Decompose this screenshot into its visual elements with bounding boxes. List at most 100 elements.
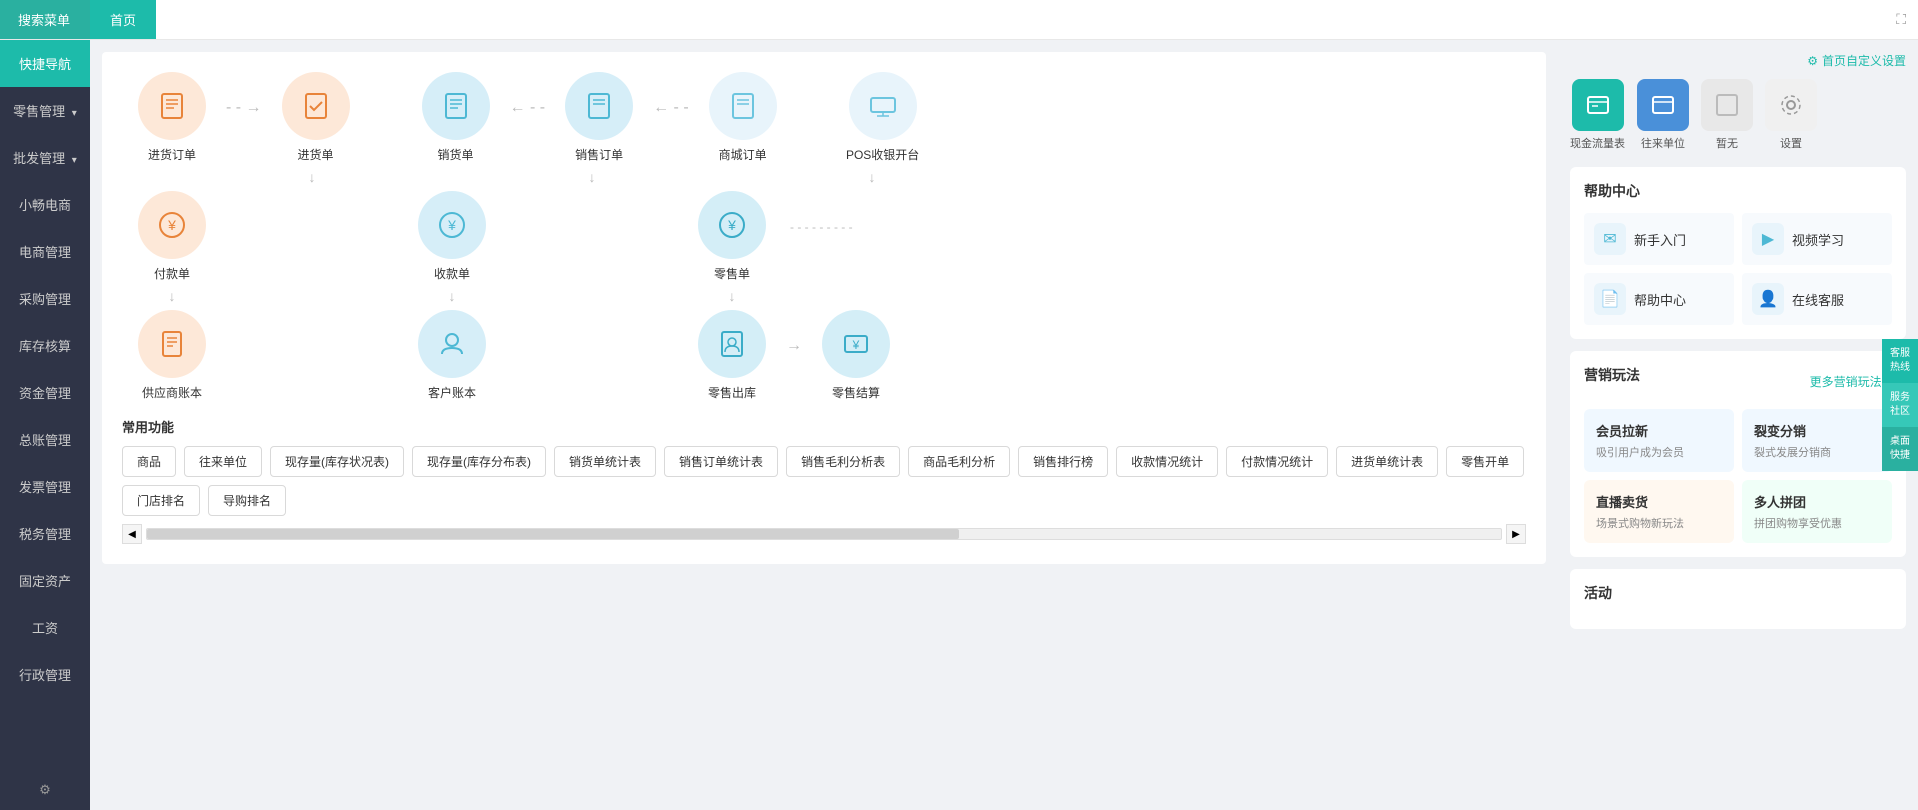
help-item-video[interactable]: ▶ 视频学习 bbox=[1742, 213, 1892, 265]
svg-text:¥: ¥ bbox=[447, 217, 456, 233]
node-label-retail-order: 零售单 bbox=[714, 265, 750, 282]
func-btn-stock-dist[interactable]: 现存量(库存分布表) bbox=[412, 446, 546, 477]
flow-node-purchase[interactable]: 进货单 bbox=[266, 72, 366, 163]
sidebar-settings-button[interactable]: ⚙ bbox=[0, 770, 90, 810]
marketing-title: 营销玩法 bbox=[1584, 365, 1640, 385]
float-btn-desktop[interactable]: 桌面快捷 bbox=[1882, 427, 1918, 471]
marketing-card: 营销玩法 更多营销玩法 > 会员拉新 吸引用户成为会员 裂变分销 裂式发展分销商… bbox=[1570, 351, 1906, 557]
sidebar-item-admin[interactable]: 行政管理 bbox=[0, 651, 90, 698]
float-btn-service[interactable]: 客服热线 bbox=[1882, 339, 1918, 383]
svg-text:¥: ¥ bbox=[167, 217, 176, 233]
flow-row-1: 进货订单 - - → 进货单 bbox=[122, 72, 1526, 163]
sidebar-item-salary[interactable]: 工资 bbox=[0, 604, 90, 651]
tab-home[interactable]: 首页 bbox=[90, 0, 156, 39]
arrow-down-payment: ↓ bbox=[122, 286, 222, 306]
sidebar-item-tax[interactable]: 税务管理 bbox=[0, 510, 90, 557]
quick-icon-partner[interactable]: 往来单位 bbox=[1637, 79, 1689, 151]
node-label-sales: 销货单 bbox=[438, 146, 474, 163]
func-btn-purchase-stat[interactable]: 进货单统计表 bbox=[1336, 446, 1438, 477]
scroll-left-btn[interactable]: ◀ bbox=[122, 524, 142, 544]
func-btn-stock-status[interactable]: 现存量(库存状况表) bbox=[270, 446, 404, 477]
arrow-down-purchase-order bbox=[122, 167, 222, 187]
flow-node-mall-order[interactable]: 商城订单 bbox=[693, 72, 793, 163]
node-circle-mall-order bbox=[709, 72, 777, 140]
flow-node-receipt[interactable]: ¥ 收款单 bbox=[402, 191, 502, 282]
flow-node-retail-out[interactable]: 零售出库 bbox=[682, 310, 782, 401]
sidebar-item-ecom-mgmt[interactable]: 电商管理 bbox=[0, 228, 90, 275]
help-label-helpcenter: 帮助中心 bbox=[1634, 290, 1686, 309]
help-label-video: 视频学习 bbox=[1792, 230, 1844, 249]
func-btn-store-rank[interactable]: 门店排名 bbox=[122, 485, 200, 516]
customize-link[interactable]: ⚙ 首页自定义设置 bbox=[1570, 52, 1906, 69]
marketing-fission-desc: 裂式发展分销商 bbox=[1754, 444, 1880, 460]
sidebar-item-ecom-small[interactable]: 小畅电商 bbox=[0, 181, 90, 228]
float-btn-community[interactable]: 服务社区 bbox=[1882, 383, 1918, 427]
marketing-item-fission[interactable]: 裂变分销 裂式发展分销商 bbox=[1742, 409, 1892, 472]
func-btn-payment-stat[interactable]: 付款情况统计 bbox=[1226, 446, 1328, 477]
func-btn-receipt-stat[interactable]: 收款情况统计 bbox=[1116, 446, 1218, 477]
quick-icon-box-cashflow bbox=[1572, 79, 1624, 131]
quick-icons-row: 现金流量表 往来单位 暂无 bbox=[1570, 79, 1906, 151]
flow-node-purchase-order[interactable]: 进货订单 bbox=[122, 72, 222, 163]
marketing-fission-title: 裂变分销 bbox=[1754, 421, 1880, 440]
expand-icon[interactable]: ⛶ bbox=[1884, 11, 1918, 28]
scroll-right-btn[interactable]: ▶ bbox=[1506, 524, 1526, 544]
quick-icon-box-settings bbox=[1765, 79, 1817, 131]
help-item-beginner[interactable]: ✉ 新手入门 bbox=[1584, 213, 1734, 265]
marketing-item-group[interactable]: 多人拼团 拼团购物享受优惠 bbox=[1742, 480, 1892, 543]
func-btn-product[interactable]: 商品 bbox=[122, 446, 176, 477]
marketing-item-live[interactable]: 直播卖货 场景式购物新玩法 bbox=[1584, 480, 1734, 543]
marketing-item-member[interactable]: 会员拉新 吸引用户成为会员 bbox=[1584, 409, 1734, 472]
more-marketing-link[interactable]: 更多营销玩法 > bbox=[1810, 373, 1892, 390]
help-item-helpcenter[interactable]: 📄 帮助中心 bbox=[1584, 273, 1734, 325]
sidebar-item-inventory[interactable]: 库存核算 bbox=[0, 322, 90, 369]
sidebar: 快捷导航 零售管理 ▾ 批发管理 ▾ 小畅电商 电商管理 采购管理 库存核算 资… bbox=[0, 40, 90, 810]
func-btn-partner[interactable]: 往来单位 bbox=[184, 446, 262, 477]
func-btn-sales-margin[interactable]: 销售毛利分析表 bbox=[786, 446, 900, 477]
sidebar-item-wholesale[interactable]: 批发管理 ▾ bbox=[0, 134, 90, 181]
marketing-group-desc: 拼团购物享受优惠 bbox=[1754, 515, 1880, 531]
sidebar-item-quicknav[interactable]: 快捷导航 bbox=[0, 40, 90, 87]
node-circle-retail-order: ¥ bbox=[698, 191, 766, 259]
marketing-member-desc: 吸引用户成为会员 bbox=[1596, 444, 1722, 460]
func-btn-retail-order[interactable]: 零售开单 bbox=[1446, 446, 1524, 477]
flow-diagram: 进货订单 - - → 进货单 bbox=[122, 72, 1526, 401]
quick-icon-empty[interactable]: 暂无 bbox=[1701, 79, 1753, 151]
quick-icon-cashflow[interactable]: 现金流量表 bbox=[1570, 79, 1625, 151]
sidebar-item-purchase[interactable]: 采购管理 bbox=[0, 275, 90, 322]
func-btn-sales-rank[interactable]: 销售排行榜 bbox=[1018, 446, 1108, 477]
sidebar-item-ledger[interactable]: 总账管理 bbox=[0, 416, 90, 463]
flow-node-customer-book[interactable]: 客户账本 bbox=[402, 310, 502, 401]
search-menu-button[interactable]: 搜索菜单 bbox=[0, 0, 90, 39]
quick-icon-settings[interactable]: 设置 bbox=[1765, 79, 1817, 151]
quick-icon-label-settings: 设置 bbox=[1780, 135, 1802, 151]
help-icon-online: 👤 bbox=[1752, 283, 1784, 315]
quick-icon-box-empty bbox=[1701, 79, 1753, 131]
func-btn-sales-stat[interactable]: 销货单统计表 bbox=[554, 446, 656, 477]
flow-node-sales-order[interactable]: 销售订单 bbox=[549, 72, 649, 163]
flow-node-payment[interactable]: ¥ 付款单 bbox=[122, 191, 222, 282]
customize-label: 首页自定义设置 bbox=[1822, 52, 1906, 69]
common-functions-title: 常用功能 bbox=[122, 417, 1526, 436]
scroll-track[interactable] bbox=[146, 528, 1502, 540]
help-grid: ✉ 新手入门 ▶ 视频学习 📄 帮助中心 👤 在线客服 bbox=[1584, 213, 1892, 325]
flow-node-pos[interactable]: POS收银开台 bbox=[833, 72, 933, 163]
sidebar-item-retail[interactable]: 零售管理 ▾ bbox=[0, 87, 90, 134]
sidebar-item-invoice[interactable]: 发票管理 bbox=[0, 463, 90, 510]
sidebar-item-finance[interactable]: 资金管理 bbox=[0, 369, 90, 416]
quick-icon-label-empty: 暂无 bbox=[1716, 135, 1738, 151]
func-btn-guide-rank[interactable]: 导购排名 bbox=[208, 485, 286, 516]
func-btn-product-margin[interactable]: 商品毛利分析 bbox=[908, 446, 1010, 477]
node-label-purchase: 进货单 bbox=[298, 146, 334, 163]
flow-node-sales[interactable]: 销货单 bbox=[406, 72, 506, 163]
flow-node-retail-order[interactable]: ¥ 零售单 bbox=[682, 191, 782, 282]
node-label-purchase-order: 进货订单 bbox=[148, 146, 196, 163]
node-circle-customer-book bbox=[418, 310, 486, 378]
node-label-payment: 付款单 bbox=[154, 265, 190, 282]
flow-node-supplier-book[interactable]: 供应商账本 bbox=[122, 310, 222, 401]
sidebar-item-assets[interactable]: 固定资产 bbox=[0, 557, 90, 604]
right-panel: ⚙ 首页自定义设置 现金流量表 往来单位 bbox=[1558, 40, 1918, 810]
func-btn-sales-order-stat[interactable]: 销售订单统计表 bbox=[664, 446, 778, 477]
help-item-online[interactable]: 👤 在线客服 bbox=[1742, 273, 1892, 325]
flow-node-retail-settle[interactable]: ¥ 零售结算 bbox=[806, 310, 906, 401]
